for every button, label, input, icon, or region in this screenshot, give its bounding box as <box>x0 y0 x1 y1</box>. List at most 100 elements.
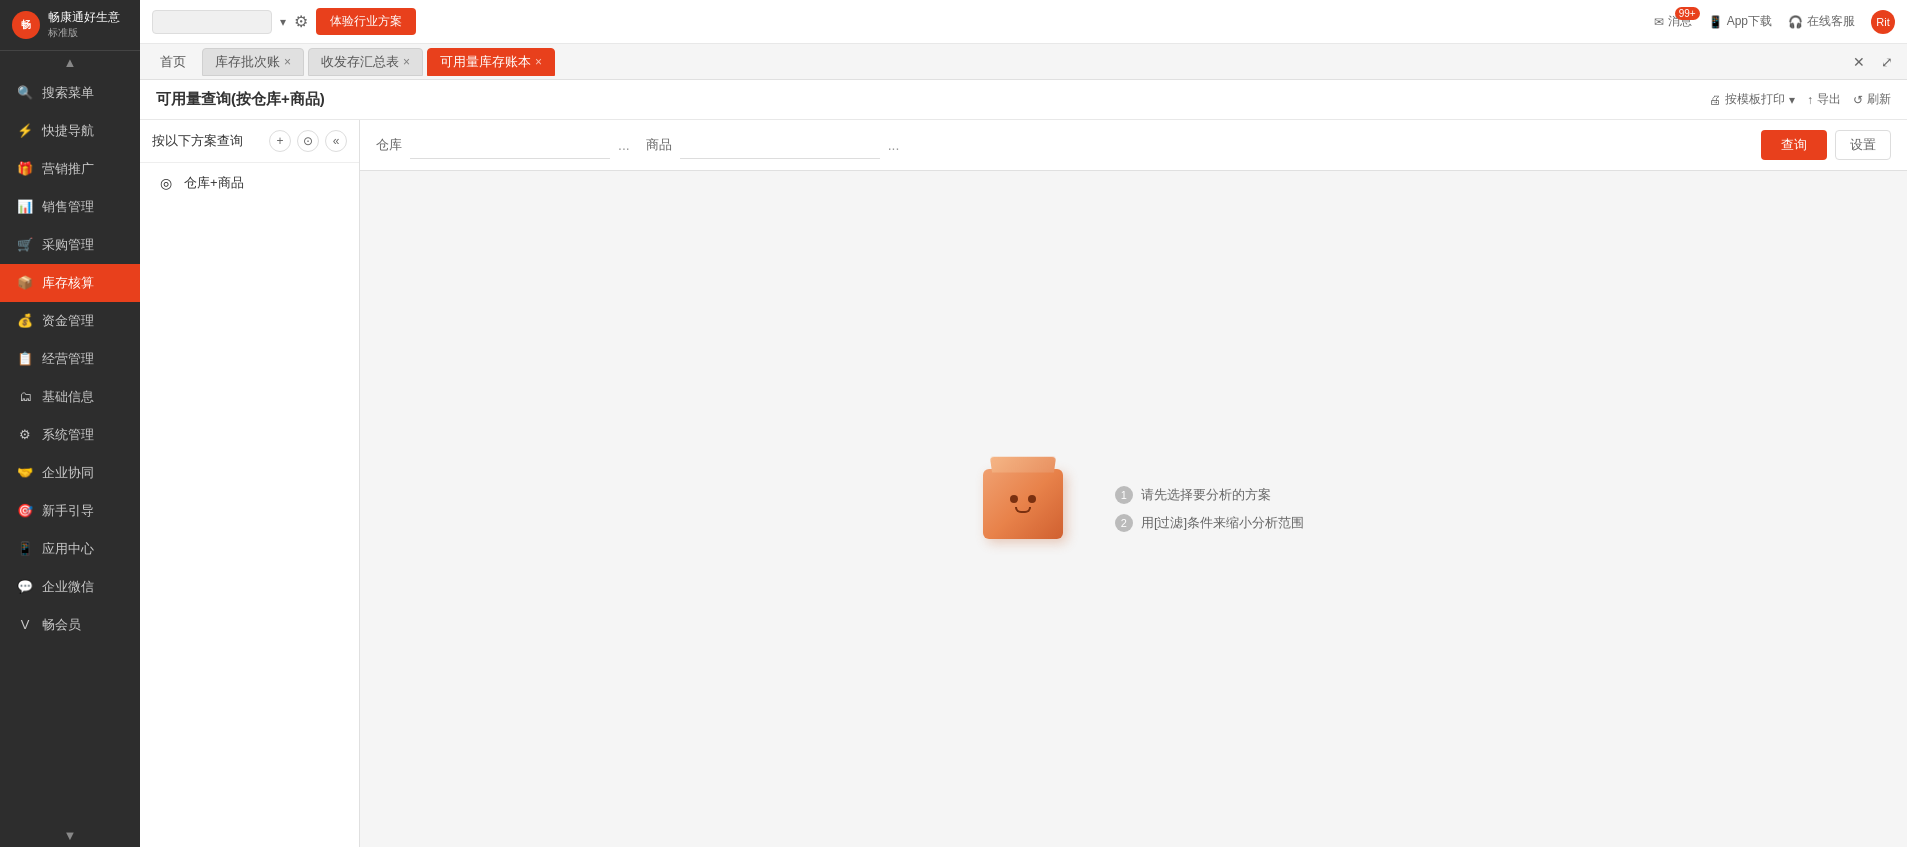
sidebar-item-企业微信[interactable]: 💬 企业微信 <box>0 568 140 606</box>
sidebar-label-新手引导: 新手引导 <box>42 502 94 520</box>
sidebar: 畅 畅康通好生意 标准版 ▲ 🔍搜索菜单 ⚡ 快捷导航 🎁营销推广📊销售管理 🛒 采购管理… <box>0 0 140 847</box>
phone-icon: 📱 <box>1708 15 1723 29</box>
sidebar-item-资金管理[interactable]: 💰资金管理 <box>0 302 140 340</box>
message-icon: ✉ <box>1654 15 1664 29</box>
sidebar-item-应用中心[interactable]: 📱应用中心 <box>0 530 140 568</box>
filter-header-icons: + ⊙ « <box>269 130 347 152</box>
warehouse-input[interactable] <box>410 131 610 159</box>
topbar-search-input[interactable] <box>152 10 272 34</box>
topbar-customer-service-btn[interactable]: 🎧 在线客服 <box>1788 13 1855 30</box>
sidebar-icon-经营管理: 📋 <box>16 350 34 368</box>
empty-illustration <box>963 449 1083 569</box>
sidebar-icon-营销推广: 🎁 <box>16 160 34 178</box>
tab-close-window-btn[interactable]: ✕ <box>1847 52 1871 72</box>
filter-item-warehouse-product[interactable]: ◎ 仓库+商品 <box>140 163 359 203</box>
sidebar-label-畅会员: 畅会员 <box>42 616 81 634</box>
topbar-user[interactable]: Rit <box>1871 10 1895 34</box>
sidebar-brand: 畅康通好生意 标准版 <box>48 10 120 40</box>
empty-box-eyes <box>1010 495 1036 503</box>
sidebar-header: 畅 畅康通好生意 标准版 <box>0 0 140 51</box>
sidebar-icon-系统管理: ⚙ <box>16 426 34 444</box>
refresh-btn[interactable]: ↺ 刷新 <box>1853 91 1891 108</box>
topbar-message-btn[interactable]: ✉ 消息 99+ <box>1654 13 1692 30</box>
tabs-right-controls: ✕ ⤢ <box>1847 52 1899 72</box>
export-btn[interactable]: ↑ 导出 <box>1807 91 1841 108</box>
tab-maximize-btn[interactable]: ⤢ <box>1875 52 1899 72</box>
sidebar-icon-新手引导: 🎯 <box>16 502 34 520</box>
product-input[interactable] <box>680 131 880 159</box>
tab-home[interactable]: 首页 <box>148 48 198 76</box>
sidebar-scroll-up[interactable]: ▲ <box>0 51 140 74</box>
sidebar-item-采购管理[interactable]: 🛒 采购管理 <box>0 226 140 264</box>
warehouse-field: 仓库 ... <box>376 131 630 159</box>
sidebar-item-搜索菜单[interactable]: 🔍搜索菜单 <box>0 74 140 112</box>
print-icon: 🖨 <box>1709 93 1721 107</box>
page-actions: 🖨 按模板打印 ▾ ↑ 导出 ↺ 刷新 <box>1709 91 1891 108</box>
product-field: 商品 ... <box>646 131 900 159</box>
search-button[interactable]: 查询 <box>1761 130 1827 160</box>
filter-header: 按以下方案查询 + ⊙ « <box>140 120 359 163</box>
user-avatar: Rit <box>1871 10 1895 34</box>
content-area: 按以下方案查询 + ⊙ « ◎ 仓库+商品 仓库 ... <box>140 120 1907 847</box>
sidebar-item-系统管理[interactable]: ⚙系统管理 <box>0 416 140 454</box>
sidebar-icon-快捷导航: ⚡ <box>16 122 34 140</box>
sidebar-scroll-down[interactable]: ▼ <box>0 824 140 847</box>
sidebar-item-营销推广[interactable]: 🎁营销推广 <box>0 150 140 188</box>
print-dropdown-icon: ▾ <box>1789 93 1795 107</box>
topbar-app-download-btn[interactable]: 📱 App下载 <box>1708 13 1772 30</box>
filter-collapse-btn[interactable]: « <box>325 130 347 152</box>
hint-num-1: 1 <box>1115 486 1133 504</box>
sidebar-icon-资金管理: 💰 <box>16 312 34 330</box>
tab-close-receive-summary[interactable]: × <box>403 55 410 69</box>
empty-hint-text-1: 请先选择要分析的方案 <box>1141 486 1271 504</box>
print-template-btn[interactable]: 🖨 按模板打印 ▾ <box>1709 91 1795 108</box>
sidebar-label-采购管理: 采购管理 <box>42 236 94 254</box>
sidebar-item-销售管理[interactable]: 📊销售管理 <box>0 188 140 226</box>
warehouse-more-btn[interactable]: ... <box>618 137 630 153</box>
sidebar-item-基础信息[interactable]: 🗂基础信息 <box>0 378 140 416</box>
headset-icon: 🎧 <box>1788 15 1803 29</box>
filter-header-label: 按以下方案查询 <box>152 132 243 150</box>
sidebar-label-应用中心: 应用中心 <box>42 540 94 558</box>
filter-settings-btn[interactable]: ⊙ <box>297 130 319 152</box>
sidebar-label-企业微信: 企业微信 <box>42 578 94 596</box>
sidebar-logo: 畅 <box>12 11 40 39</box>
sidebar-item-畅会员[interactable]: V 畅会员 <box>0 606 140 644</box>
tab-receive-summary[interactable]: 收发存汇总表 × <box>308 48 423 76</box>
page-title: 可用量查询(按仓库+商品) <box>156 90 325 109</box>
sidebar-item-经营管理[interactable]: 📋经营管理 <box>0 340 140 378</box>
empty-state: 1 请先选择要分析的方案 2 用[过滤]条件来缩小分析范围 <box>360 171 1907 847</box>
topbar-industry-button[interactable]: 体验行业方案 <box>316 8 416 35</box>
sidebar-icon-企业微信: 💬 <box>16 578 34 596</box>
topbar-gear-icon[interactable]: ⚙ <box>294 12 308 31</box>
tabs-bar: 首页 库存批次账 × 收发存汇总表 × 可用量库存账本 × ✕ ⤢ <box>140 44 1907 80</box>
filter-panel: 按以下方案查询 + ⊙ « ◎ 仓库+商品 <box>140 120 360 847</box>
sidebar-label-搜索菜单: 搜索菜单 <box>42 84 94 102</box>
sidebar-icon-库存核算: 📦 <box>16 274 34 292</box>
topbar-dropdown-icon[interactable]: ▾ <box>280 15 286 29</box>
page-header: 可用量查询(按仓库+商品) 🖨 按模板打印 ▾ ↑ 导出 ↺ 刷新 <box>140 80 1907 120</box>
settings-button[interactable]: 设置 <box>1835 130 1891 160</box>
tab-close-available-quantity[interactable]: × <box>535 55 542 69</box>
filter-add-btn[interactable]: + <box>269 130 291 152</box>
topbar: ▾ ⚙ 体验行业方案 ✉ 消息 99+ 📱 App下载 🎧 在线客服 Rit <box>140 0 1907 44</box>
sidebar-label-企业协同: 企业协同 <box>42 464 94 482</box>
sidebar-icon-采购管理: 🛒 <box>16 236 34 254</box>
hint-num-2: 2 <box>1115 514 1133 532</box>
sidebar-item-企业协同[interactable]: 🤝企业协同 <box>0 454 140 492</box>
sidebar-item-快捷导航[interactable]: ⚡ 快捷导航 <box>0 112 140 150</box>
product-more-btn[interactable]: ... <box>888 137 900 153</box>
query-bar: 仓库 ... 商品 ... 查询 设置 <box>360 120 1907 171</box>
warehouse-label: 仓库 <box>376 136 402 154</box>
sidebar-item-新手引导[interactable]: 🎯 新手引导 <box>0 492 140 530</box>
empty-hint-text-2: 用[过滤]条件来缩小分析范围 <box>1141 514 1304 532</box>
sidebar-label-快捷导航: 快捷导航 <box>42 122 94 140</box>
sidebar-item-库存核算[interactable]: 📦库存核算 <box>0 264 140 302</box>
query-actions: 查询 设置 <box>1761 130 1891 160</box>
tab-close-inventory-batch[interactable]: × <box>284 55 291 69</box>
tab-inventory-batch[interactable]: 库存批次账 × <box>202 48 304 76</box>
product-label: 商品 <box>646 136 672 154</box>
tab-available-quantity[interactable]: 可用量库存账本 × <box>427 48 555 76</box>
sidebar-icon-畅会员: V <box>16 616 34 634</box>
filter-item-icon: ◎ <box>156 173 176 193</box>
